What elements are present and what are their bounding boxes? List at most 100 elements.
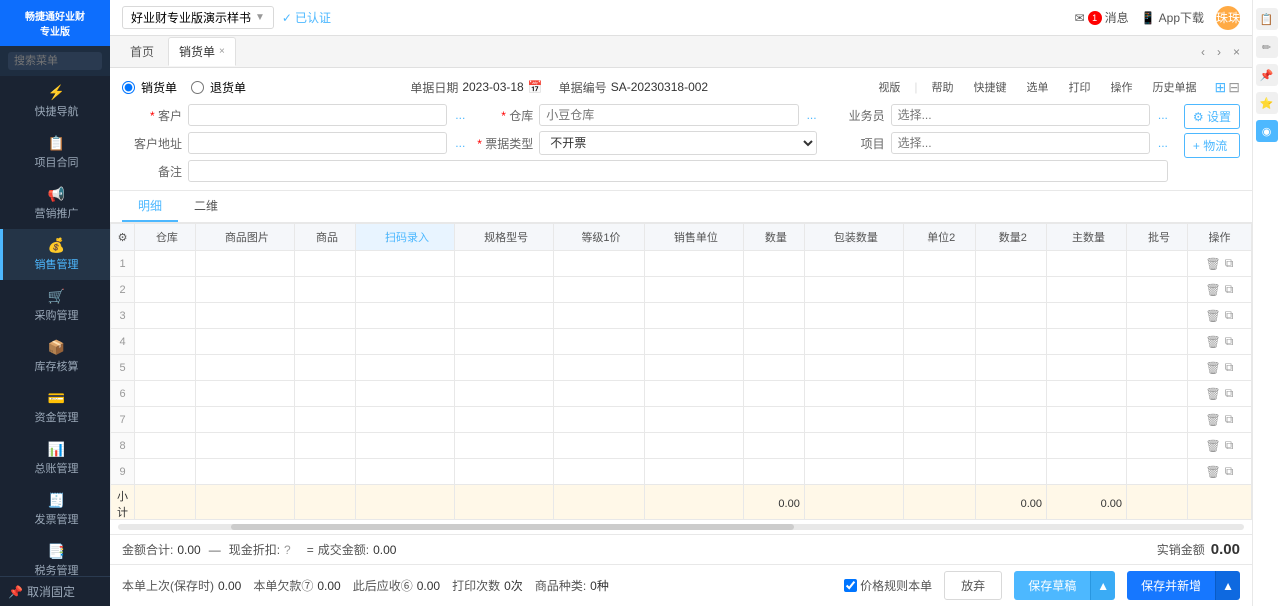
price-standard-checkbox[interactable]: 价格规则本单 — [844, 577, 932, 594]
table-cell[interactable] — [455, 329, 554, 355]
calendar-icon[interactable]: 📅 — [528, 80, 543, 94]
table-cell[interactable] — [295, 303, 356, 329]
table-cell[interactable] — [295, 355, 356, 381]
table-cell[interactable] — [644, 277, 743, 303]
table-cell[interactable] — [295, 329, 356, 355]
salesperson-input[interactable] — [891, 104, 1150, 126]
tab-sales-order[interactable]: 销货单 × — [168, 37, 236, 66]
user-avatar[interactable]: 珠珠 — [1216, 6, 1240, 30]
app-download-btn[interactable]: 📱 App下载 — [1141, 9, 1204, 26]
sidebar-search-input[interactable] — [8, 52, 102, 70]
col-resizer[interactable]: ⋮ — [761, 230, 765, 244]
table-cell[interactable] — [554, 355, 645, 381]
table-cell[interactable] — [554, 251, 645, 277]
col-resizer[interactable]: ⋮ — [221, 230, 225, 244]
col-resizer[interactable]: ⋮ — [1144, 230, 1148, 244]
sidebar-item-invoice[interactable]: 🧾 发票管理 — [0, 484, 110, 535]
table-cell[interactable] — [355, 433, 454, 459]
table-cell[interactable] — [355, 459, 454, 485]
table-cell[interactable] — [1127, 355, 1188, 381]
copy-row-btn[interactable]: ⧉ — [1225, 438, 1234, 453]
copy-row-btn[interactable]: ⧉ — [1225, 308, 1234, 323]
tab-nav-prev[interactable]: ‹ — [1197, 43, 1209, 61]
sidebar-logo[interactable]: 畅捷通好业财 专业版 — [0, 0, 110, 46]
layout-icon-1[interactable]: ⊞ — [1215, 79, 1227, 96]
table-cell[interactable] — [644, 433, 743, 459]
table-cell[interactable] — [644, 355, 743, 381]
table-cell[interactable] — [195, 251, 294, 277]
table-cell[interactable] — [903, 459, 975, 485]
table-cell[interactable] — [804, 251, 903, 277]
toolbar-view-btn[interactable]: 视版 — [872, 76, 906, 98]
table-cell[interactable] — [455, 355, 554, 381]
inner-tab-detail[interactable]: 明细 — [122, 191, 178, 222]
table-cell[interactable] — [644, 251, 743, 277]
col-resizer[interactable]: ⋮ — [381, 230, 385, 244]
table-cell[interactable] — [295, 459, 356, 485]
right-panel-btn-4[interactable]: ⭐ — [1256, 92, 1278, 114]
sidebar-item-marketing[interactable]: 📢 营销推广 — [0, 178, 110, 229]
table-cell[interactable] — [195, 381, 294, 407]
col-resizer[interactable]: ⋮ — [577, 230, 581, 244]
save-draft-arrow-btn[interactable]: ▲ — [1090, 571, 1115, 600]
table-cell[interactable] — [195, 277, 294, 303]
table-cell[interactable] — [295, 381, 356, 407]
table-cell[interactable] — [135, 277, 196, 303]
sidebar-item-funds[interactable]: 💳 资金管理 — [0, 382, 110, 433]
table-cell[interactable] — [135, 329, 196, 355]
toolbar-print-btn[interactable]: 打印 — [1063, 76, 1097, 98]
table-cell[interactable] — [903, 407, 975, 433]
table-cell[interactable] — [355, 355, 454, 381]
table-cell[interactable] — [355, 407, 454, 433]
help-icon[interactable]: ? — [284, 543, 291, 557]
sidebar-item-accounts[interactable]: 📊 总账管理 — [0, 433, 110, 484]
table-cell[interactable] — [743, 303, 804, 329]
table-cell[interactable] — [804, 277, 903, 303]
table-cell[interactable] — [135, 251, 196, 277]
sidebar-item-inventory[interactable]: 📦 库存核算 — [0, 331, 110, 382]
right-panel-btn-1[interactable]: 📋 — [1256, 8, 1278, 30]
settings-btn[interactable]: ⚙ 设置 — [1184, 104, 1240, 129]
toolbar-history-btn[interactable]: 历史单据 — [1147, 76, 1203, 98]
company-selector[interactable]: 好业财专业版演示样书 ▼ — [122, 6, 274, 29]
table-cell[interactable] — [644, 407, 743, 433]
table-cell[interactable] — [455, 381, 554, 407]
tab-nav-next[interactable]: › — [1213, 43, 1225, 61]
table-cell[interactable] — [135, 355, 196, 381]
message-btn[interactable]: ✉ 1 消息 — [1075, 9, 1129, 26]
sidebar-cancel-pin[interactable]: 📌 取消固定 — [0, 576, 110, 606]
table-cell[interactable] — [804, 355, 903, 381]
table-cell[interactable] — [455, 407, 554, 433]
table-cell[interactable] — [355, 329, 454, 355]
radio-sales[interactable] — [122, 81, 135, 94]
table-cell[interactable] — [295, 433, 356, 459]
table-cell[interactable] — [644, 329, 743, 355]
col-resizer[interactable]: ⋮ — [923, 230, 927, 244]
copy-row-btn[interactable]: ⧉ — [1225, 282, 1234, 297]
table-cell[interactable] — [554, 303, 645, 329]
table-cell[interactable] — [355, 277, 454, 303]
table-cell[interactable] — [135, 303, 196, 329]
table-cell[interactable] — [1047, 355, 1127, 381]
table-cell[interactable] — [195, 355, 294, 381]
table-cell[interactable] — [455, 251, 554, 277]
table-cell[interactable] — [554, 433, 645, 459]
table-cell[interactable] — [135, 433, 196, 459]
table-cell[interactable] — [975, 303, 1047, 329]
table-cell[interactable] — [355, 381, 454, 407]
table-cell[interactable] — [743, 381, 804, 407]
inner-tab-2d[interactable]: 二维 — [178, 191, 234, 222]
project-input[interactable] — [891, 132, 1150, 154]
table-cell[interactable] — [804, 433, 903, 459]
table-cell[interactable] — [355, 251, 454, 277]
radio-return[interactable] — [191, 81, 204, 94]
table-cell[interactable] — [903, 433, 975, 459]
delete-row-btn[interactable]: 🗑 — [1206, 334, 1221, 349]
col-resizer[interactable]: ⋮ — [152, 230, 156, 244]
tab-home[interactable]: 首页 — [118, 37, 166, 66]
table-cell[interactable] — [455, 459, 554, 485]
invoice-select[interactable]: 不开票 — [539, 131, 816, 155]
delete-row-btn[interactable]: 🗑 — [1206, 438, 1221, 453]
table-cell[interactable] — [804, 303, 903, 329]
project-dots-btn[interactable]: ... — [1158, 136, 1168, 150]
